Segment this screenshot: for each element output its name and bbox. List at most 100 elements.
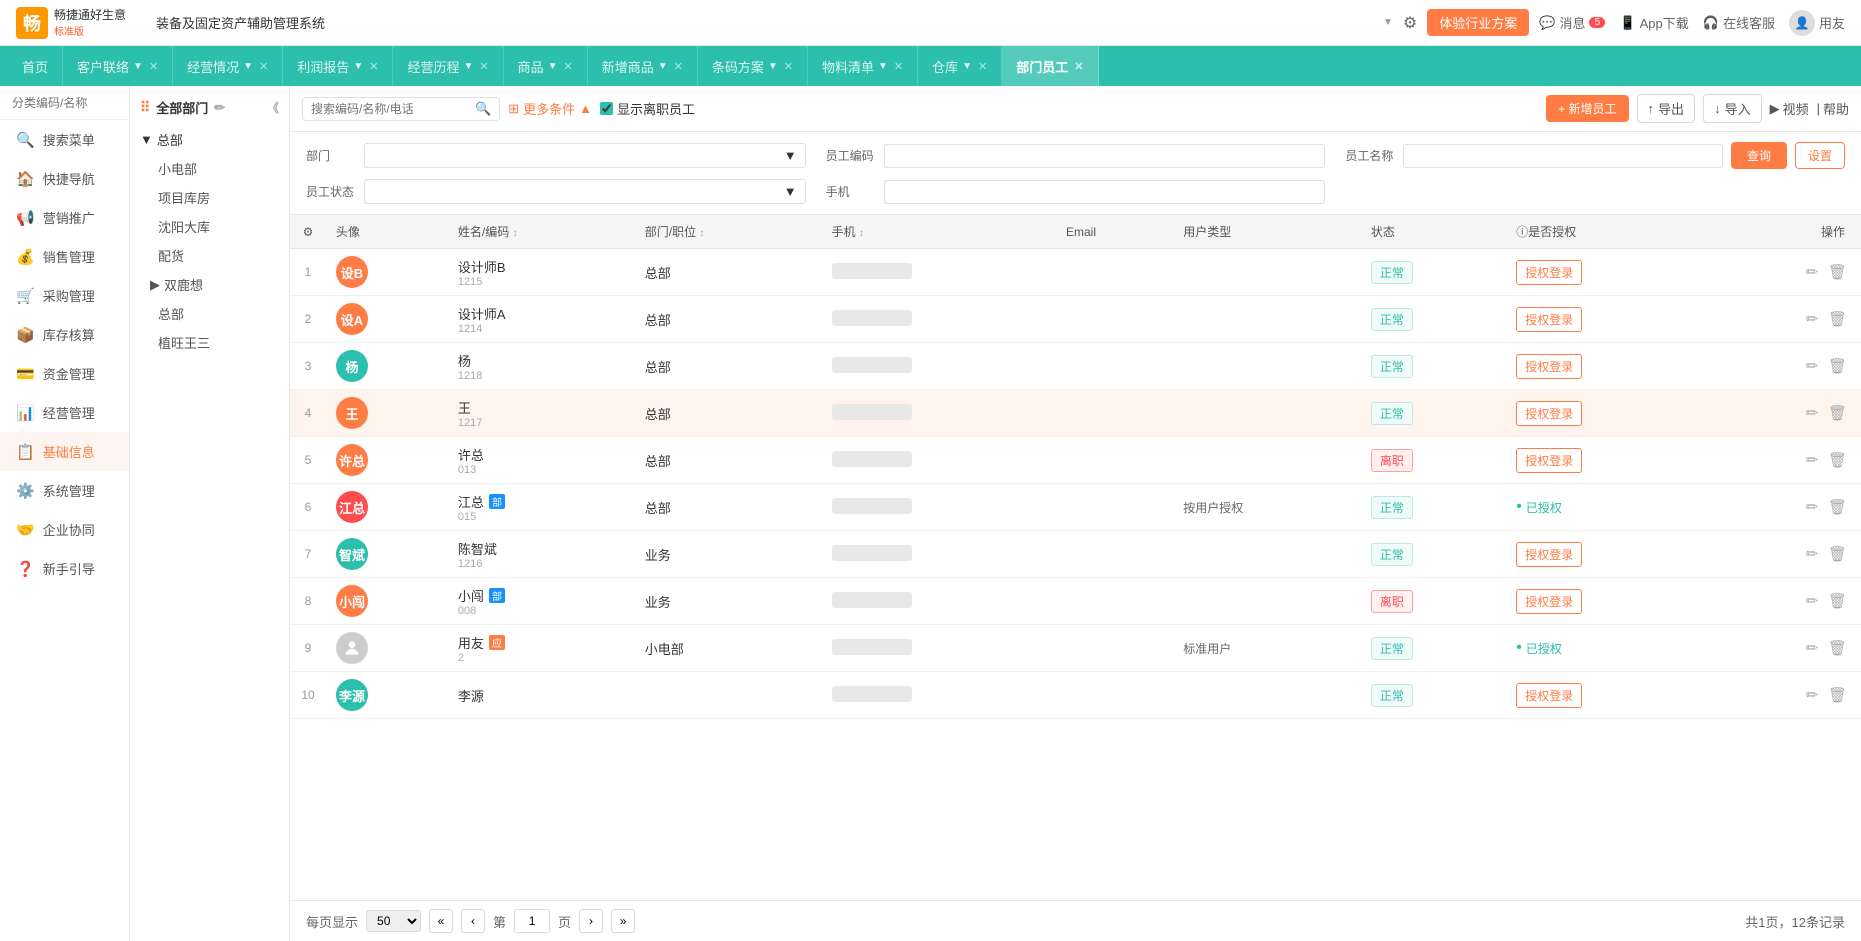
dept-group-zongbu[interactable]: ▼ 总部: [130, 125, 289, 154]
delete-button[interactable]: 🗑: [1828, 499, 1847, 516]
edit-button[interactable]: ✏: [1806, 405, 1819, 422]
edit-button[interactable]: ✏: [1806, 358, 1819, 375]
edit-button[interactable]: ✏: [1806, 546, 1819, 563]
page-size-select[interactable]: 50 100: [366, 910, 421, 932]
view-button[interactable]: ▶ 视频: [1770, 99, 1809, 118]
nav-tab-goods[interactable]: 商品 ▼ ✕: [504, 46, 588, 86]
dept-item-zhuwangsan[interactable]: 植旺王三: [130, 328, 289, 357]
nav-tab-profit[interactable]: 利润报告 ▼ ✕: [283, 46, 393, 86]
phone-filter-input[interactable]: [884, 180, 1326, 204]
empcode-filter-input[interactable]: [884, 144, 1326, 168]
col-phone[interactable]: 手机 ↕: [822, 215, 1056, 249]
system-dropdown-arrow[interactable]: ▼: [1383, 17, 1393, 28]
sidebar-search-input[interactable]: [12, 96, 130, 110]
sidebar-item-cooperation[interactable]: 🤝 企业协同: [0, 510, 129, 549]
dept-item-peihuo[interactable]: 配货: [130, 241, 289, 270]
dept-filter-select[interactable]: ▼: [364, 143, 806, 168]
sidebar-item-operation[interactable]: 📊 经营管理: [0, 393, 129, 432]
sidebar-item-system[interactable]: ⚙️ 系统管理: [0, 471, 129, 510]
nav-tab-biz[interactable]: 经营情况 ▼ ✕: [173, 46, 283, 86]
nav-tab-barcode[interactable]: 条码方案 ▼ ✕: [698, 46, 808, 86]
nav-tab-warehouse[interactable]: 仓库 ▼ ✕: [918, 46, 1002, 86]
nav-tab-dept-staff-close[interactable]: ✕: [1074, 60, 1083, 73]
gear-icon[interactable]: ⚙: [1403, 13, 1417, 33]
edit-button[interactable]: ✏: [1806, 311, 1819, 328]
delete-button[interactable]: 🗑: [1828, 358, 1847, 375]
first-page-button[interactable]: «: [429, 909, 453, 933]
try-button[interactable]: 体验行业方案: [1427, 9, 1529, 36]
edit-button[interactable]: ✏: [1806, 499, 1819, 516]
auth-login-button[interactable]: 授权登录: [1516, 448, 1582, 473]
auth-login-button[interactable]: 授权登录: [1516, 307, 1582, 332]
add-employee-button[interactable]: + 新增员工: [1546, 95, 1628, 122]
import-button[interactable]: ↓ 导入: [1703, 94, 1762, 123]
sidebar-item-purchase[interactable]: 🛒 采购管理: [0, 276, 129, 315]
query-button[interactable]: 查询: [1731, 142, 1787, 169]
sidebar-item-quicknav[interactable]: 🏠 快捷导航: [0, 159, 129, 198]
nav-tab-history[interactable]: 经营历程 ▼ ✕: [393, 46, 503, 86]
search-input[interactable]: [311, 102, 471, 116]
nav-tab-material-close[interactable]: ✕: [894, 60, 903, 73]
last-page-button[interactable]: »: [611, 909, 635, 933]
dept-item-xiangmu[interactable]: 项目库房: [130, 183, 289, 212]
online-service-action[interactable]: 🎧 在线客服: [1703, 13, 1775, 32]
edit-button[interactable]: ✏: [1806, 264, 1819, 281]
delete-button[interactable]: 🗑: [1828, 452, 1847, 469]
col-name-code[interactable]: 姓名/编码 ↕: [448, 215, 635, 249]
nav-tab-customer[interactable]: 客户联络 ▼ ✕: [63, 46, 173, 86]
message-action[interactable]: 💬 消息 5: [1539, 13, 1605, 32]
nav-tab-material[interactable]: 物料清单 ▼ ✕: [808, 46, 918, 86]
dept-collapse-icon[interactable]: 《: [267, 99, 279, 116]
sidebar-item-basic[interactable]: 📋 基础信息: [0, 432, 129, 471]
delete-button[interactable]: 🗑: [1828, 311, 1847, 328]
nav-tab-profit-close[interactable]: ✕: [369, 60, 378, 73]
dept-item-shuanglu[interactable]: ▶ 双鹿想: [130, 270, 289, 299]
empstatus-filter-select[interactable]: ▼: [364, 179, 806, 204]
more-help-button[interactable]: | 帮助: [1817, 99, 1849, 118]
show-resigned-checkbox[interactable]: [600, 102, 613, 115]
delete-button[interactable]: 🗑: [1828, 405, 1847, 422]
auth-login-button[interactable]: 授权登录: [1516, 354, 1582, 379]
sidebar-item-inventory[interactable]: 📦 库存核算: [0, 315, 129, 354]
sidebar-item-sales[interactable]: 💰 销售管理: [0, 237, 129, 276]
nav-tab-goods-close[interactable]: ✕: [564, 60, 573, 73]
edit-button[interactable]: ✏: [1806, 593, 1819, 610]
app-download-action[interactable]: 📱 App下载: [1619, 13, 1688, 32]
auth-login-button[interactable]: 授权登录: [1516, 542, 1582, 567]
next-page-button[interactable]: ›: [579, 909, 603, 933]
dept-item-zongbu2[interactable]: 总部: [130, 299, 289, 328]
user-action[interactable]: 👤 用友: [1789, 10, 1845, 36]
auth-login-button[interactable]: 授权登录: [1516, 260, 1582, 285]
delete-button[interactable]: 🗑: [1828, 593, 1847, 610]
auth-login-button[interactable]: 授权登录: [1516, 683, 1582, 708]
nav-tab-dept-staff[interactable]: 部门员工 ✕: [1002, 46, 1098, 86]
nav-tab-newgoods[interactable]: 新增商品 ▼ ✕: [588, 46, 698, 86]
col-dept-position[interactable]: 部门/职位 ↕: [635, 215, 822, 249]
dept-item-shenyang[interactable]: 沈阳大库: [130, 212, 289, 241]
col-settings[interactable]: ⚙: [290, 215, 326, 249]
nav-tab-warehouse-close[interactable]: ✕: [978, 60, 987, 73]
edit-button[interactable]: ✏: [1806, 452, 1819, 469]
nav-tab-home[interactable]: 首页: [8, 46, 63, 86]
delete-button[interactable]: 🗑: [1828, 640, 1847, 657]
more-filter-button[interactable]: ⊞ 更多条件 ▲: [508, 99, 592, 118]
search-icon[interactable]: 🔍: [475, 101, 491, 117]
edit-button[interactable]: ✏: [1806, 640, 1819, 657]
nav-tab-customer-close[interactable]: ✕: [149, 60, 158, 73]
dept-item-xiaodian[interactable]: 小电部: [130, 154, 289, 183]
empname-filter-input[interactable]: [1403, 144, 1723, 168]
sidebar-item-search[interactable]: 🔍 搜索菜单: [0, 120, 129, 159]
auth-login-button[interactable]: 授权登录: [1516, 401, 1582, 426]
page-input[interactable]: [514, 909, 550, 933]
dept-edit-icon[interactable]: ✏: [214, 100, 225, 116]
export-button[interactable]: ↑ 导出: [1637, 94, 1696, 123]
sidebar-item-marketing[interactable]: 📢 营销推广: [0, 198, 129, 237]
prev-page-button[interactable]: ‹: [461, 909, 485, 933]
sidebar-item-capital[interactable]: 💳 资金管理: [0, 354, 129, 393]
sidebar-item-guide[interactable]: ❓ 新手引导: [0, 549, 129, 588]
auth-login-button[interactable]: 授权登录: [1516, 589, 1582, 614]
nav-tab-newgoods-close[interactable]: ✕: [674, 60, 683, 73]
nav-tab-history-close[interactable]: ✕: [479, 60, 488, 73]
nav-tab-barcode-close[interactable]: ✕: [784, 60, 793, 73]
delete-button[interactable]: 🗑: [1828, 546, 1847, 563]
